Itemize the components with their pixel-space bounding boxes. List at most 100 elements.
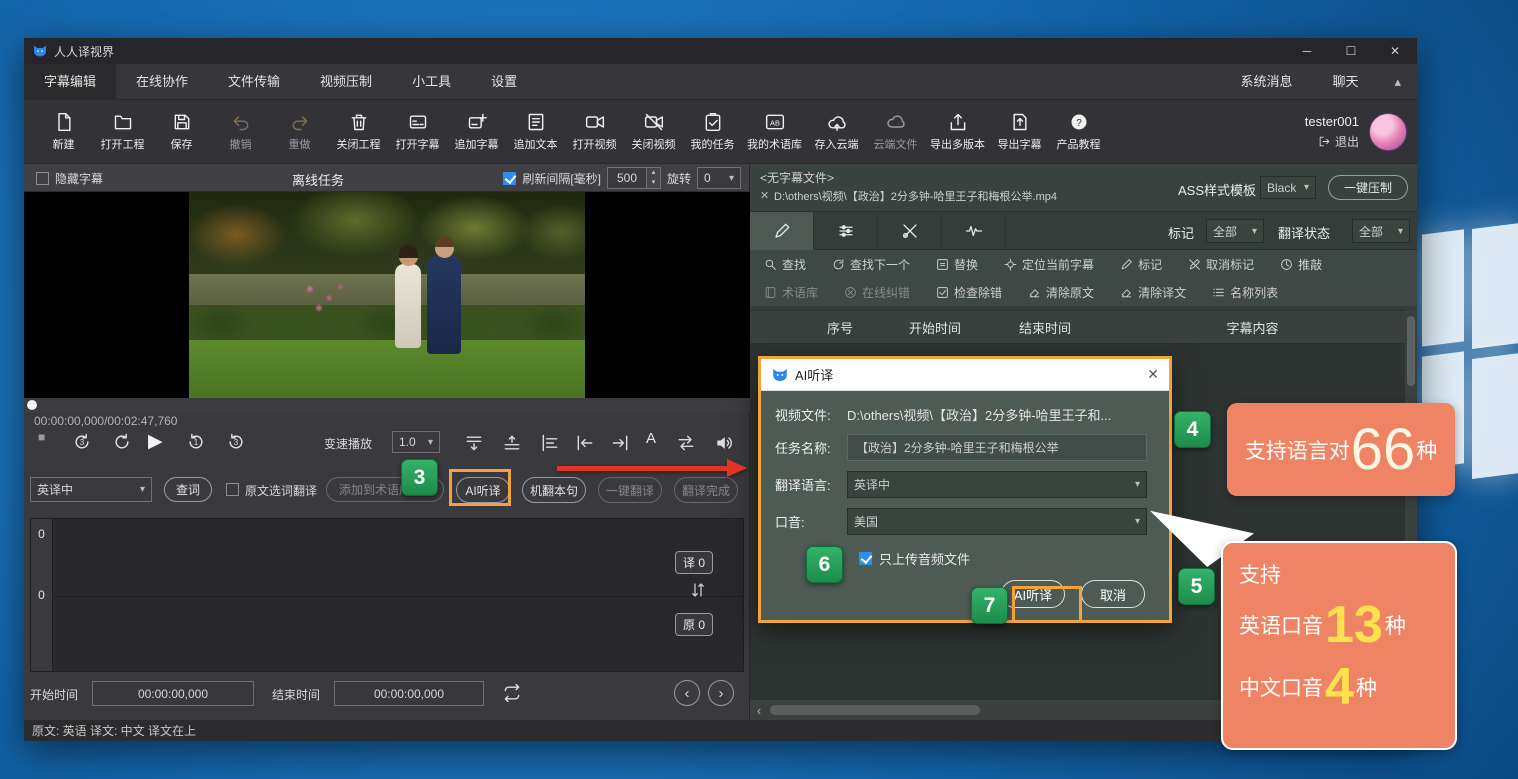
speed-select[interactable]: 1.0▾ — [392, 431, 440, 453]
action-clear-source[interactable]: 清除原文 — [1028, 284, 1094, 301]
mt-sentence-button[interactable]: 机翻本句 — [522, 477, 586, 503]
font-size-button[interactable]: A — [646, 430, 656, 447]
mark-filter-select[interactable]: 全部▾ — [1206, 219, 1264, 243]
avatar[interactable] — [1369, 113, 1407, 151]
toolbar-button-open-subtitle[interactable]: 打开字幕 — [390, 112, 445, 152]
close-button[interactable]: ✕ — [1373, 38, 1417, 64]
logout-button[interactable]: 退出 — [1305, 133, 1359, 150]
task-name-input[interactable] — [847, 434, 1147, 461]
toolbar-button-open-project[interactable]: 打开工程 — [95, 112, 150, 152]
action-find[interactable]: 查找 — [764, 256, 806, 273]
action-term-library[interactable]: 术语库 — [764, 284, 818, 301]
action-replace[interactable]: 替换 — [936, 256, 978, 273]
jump-start-icon[interactable] — [575, 433, 595, 453]
refresh-interval-stepper[interactable]: ▴▾ — [607, 167, 661, 189]
merge-down-icon[interactable] — [464, 433, 484, 453]
ass-template-select[interactable]: Black▾ — [1260, 176, 1316, 199]
speaker-icon[interactable] — [714, 433, 734, 453]
language-pair-select[interactable]: 英译中▾ — [30, 477, 152, 502]
swap-icon[interactable] — [676, 433, 696, 453]
hide-subtitle-checkbox[interactable] — [36, 172, 49, 185]
menu-system-message[interactable]: 系统消息 — [1220, 64, 1312, 100]
collapse-toolbar-icon[interactable]: ▴ — [1378, 74, 1417, 90]
tab-edit[interactable] — [750, 212, 814, 250]
toolbar-button-redo[interactable]: 重做 — [272, 112, 327, 152]
toolbar-button-close-video[interactable]: 关闭视频 — [626, 112, 681, 152]
toolbar-button-append-subtitle[interactable]: 追加字幕 — [449, 112, 504, 152]
stepper-down-icon[interactable]: ▾ — [647, 178, 660, 188]
swap-up-down-icon[interactable] — [689, 581, 707, 599]
rewind-3s-button[interactable]: 3 — [70, 430, 94, 454]
menu-tools[interactable]: 小工具 — [392, 64, 471, 100]
one-key-translate-button[interactable]: 一键翻译 — [598, 477, 662, 503]
action-refine[interactable]: 推敲 — [1280, 256, 1322, 273]
refresh-interval-input[interactable] — [607, 167, 647, 189]
translation-text-area[interactable] — [53, 519, 743, 595]
menu-video-encode[interactable]: 视频压制 — [300, 64, 392, 100]
action-find-next[interactable]: 查找下一个 — [832, 256, 910, 273]
stepper-up-icon[interactable]: ▴ — [647, 168, 660, 178]
menu-file-transfer[interactable]: 文件传输 — [208, 64, 300, 100]
play-button[interactable]: ▶ — [148, 430, 163, 453]
action-unmark[interactable]: 取消标记 — [1188, 256, 1254, 273]
toolbar-button-export-subtitle[interactable]: 导出字幕 — [992, 112, 1047, 152]
audio-only-checkbox[interactable] — [859, 552, 872, 565]
toolbar-button-save[interactable]: 保存 — [154, 112, 209, 152]
start-time-input[interactable] — [92, 681, 254, 706]
next-subtitle-button[interactable]: › — [708, 680, 734, 706]
toolbar-button-save-cloud[interactable]: 存入云端 — [809, 112, 864, 152]
dialog-close-icon[interactable]: ✕ — [1147, 366, 1159, 383]
action-check-errors[interactable]: 检查除错 — [936, 284, 1002, 301]
accent-select[interactable]: 美国▾ — [847, 508, 1147, 535]
merge-up-icon[interactable] — [502, 433, 522, 453]
action-online-correct[interactable]: 在线纠错 — [844, 284, 910, 301]
dialog-cancel-button[interactable]: 取消 — [1081, 580, 1145, 608]
minimize-button[interactable]: ─ — [1285, 38, 1329, 64]
action-name-list[interactable]: 名称列表 — [1212, 284, 1278, 301]
scroll-left-icon[interactable]: ‹ — [750, 703, 768, 718]
tab-list-settings[interactable] — [814, 212, 878, 250]
source-text-area[interactable] — [53, 596, 743, 672]
toolbar-button-close-project[interactable]: 关闭工程 — [331, 112, 386, 152]
replay-button[interactable] — [110, 430, 134, 454]
stop-button[interactable]: ■ — [38, 430, 45, 444]
one-key-encode-button[interactable]: 一键压制 — [1328, 175, 1408, 200]
tab-waveform[interactable] — [942, 212, 1006, 250]
align-icon[interactable] — [540, 433, 560, 453]
toolbar-button-open-video[interactable]: 打开视频 — [567, 112, 622, 152]
rotate-select[interactable]: 0▾ — [697, 167, 741, 189]
scrollbar-thumb[interactable] — [770, 705, 980, 715]
menu-online-collab[interactable]: 在线协作 — [116, 64, 208, 100]
translate-status-select[interactable]: 全部▾ — [1352, 219, 1410, 243]
close-video-file-icon[interactable]: ✕ — [760, 189, 769, 202]
action-clear-translation[interactable]: 清除译文 — [1120, 284, 1186, 301]
menu-settings[interactable]: 设置 — [471, 64, 537, 100]
translate-done-button[interactable]: 翻译完成 — [674, 477, 738, 503]
toolbar-button-my-terms[interactable]: 我的术语库 — [744, 112, 805, 152]
toolbar-button-append-text[interactable]: 追加文本 — [508, 112, 563, 152]
refresh-interval-checkbox[interactable] — [503, 172, 516, 185]
forward-1s-button[interactable]: 1 — [184, 430, 208, 454]
select-word-translate-checkbox[interactable] — [226, 483, 239, 496]
jump-end-icon[interactable] — [610, 433, 630, 453]
seek-bar[interactable] — [24, 398, 750, 412]
toolbar-button-my-tasks[interactable]: 我的任务 — [685, 112, 740, 152]
end-time-input[interactable] — [334, 681, 484, 706]
menu-subtitle-edit[interactable]: 字幕编辑 — [24, 64, 116, 100]
action-mark[interactable]: 标记 — [1120, 256, 1162, 273]
scrollbar-thumb[interactable] — [1407, 316, 1415, 386]
toolbar-button-export-multi[interactable]: 导出多版本 — [927, 112, 988, 152]
toolbar-button-undo[interactable]: 撤销 — [213, 112, 268, 152]
maximize-button[interactable]: ☐ — [1329, 38, 1373, 64]
toolbar-button-new[interactable]: 新建 — [36, 112, 91, 152]
menu-chat[interactable]: 聊天 — [1312, 64, 1378, 100]
video-preview[interactable] — [189, 192, 585, 398]
prev-subtitle-button[interactable]: ‹ — [674, 680, 700, 706]
seek-handle[interactable] — [27, 400, 37, 410]
lookup-word-button[interactable]: 查词 — [164, 477, 212, 502]
toolbar-button-tutorial[interactable]: 产品教程 — [1051, 112, 1106, 152]
loop-icon[interactable] — [502, 683, 522, 703]
translate-language-select[interactable]: 英译中▾ — [847, 471, 1147, 498]
toolbar-button-cloud-files[interactable]: 云端文件 — [868, 112, 923, 152]
tab-tools[interactable] — [878, 212, 942, 250]
